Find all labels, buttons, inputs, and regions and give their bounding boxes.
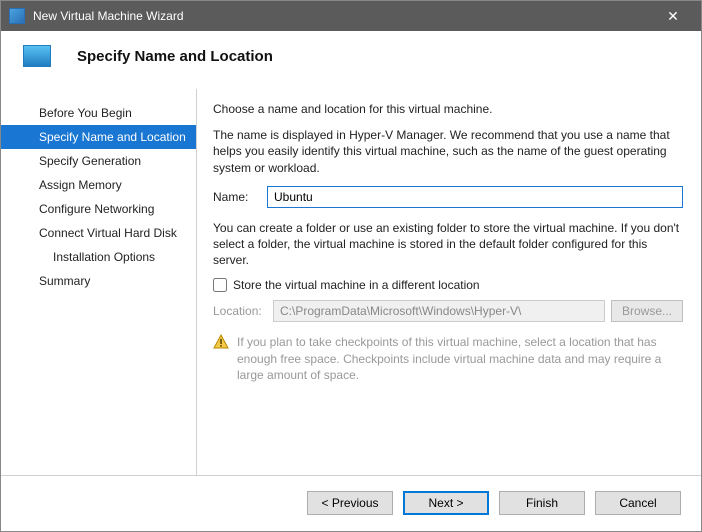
wizard-main-panel: Choose a name and location for this virt… bbox=[197, 85, 701, 475]
previous-button[interactable]: < Previous bbox=[307, 491, 393, 515]
step-installation-options[interactable]: Installation Options bbox=[1, 245, 196, 269]
step-configure-networking[interactable]: Configure Networking bbox=[1, 197, 196, 221]
close-button[interactable]: ✕ bbox=[653, 1, 693, 31]
warning-icon bbox=[213, 334, 229, 350]
warning-text: If you plan to take checkpoints of this … bbox=[237, 334, 683, 383]
step-connect-vhd[interactable]: Connect Virtual Hard Disk bbox=[1, 221, 196, 245]
step-before-you-begin[interactable]: Before You Begin bbox=[1, 101, 196, 125]
name-help-text: The name is displayed in Hyper-V Manager… bbox=[213, 127, 683, 176]
wizard-header: Specify Name and Location bbox=[1, 31, 701, 85]
step-specify-generation[interactable]: Specify Generation bbox=[1, 149, 196, 173]
next-button[interactable]: Next > bbox=[403, 491, 489, 515]
wizard-footer: < Previous Next > Finish Cancel bbox=[1, 475, 701, 529]
step-summary[interactable]: Summary bbox=[1, 269, 196, 293]
intro-text: Choose a name and location for this virt… bbox=[213, 101, 683, 117]
wizard-steps-sidebar: Before You Begin Specify Name and Locati… bbox=[1, 85, 196, 475]
store-location-label: Store the virtual machine in a different… bbox=[233, 278, 480, 292]
name-label: Name: bbox=[213, 190, 267, 204]
name-input[interactable] bbox=[267, 186, 683, 208]
window-title: New Virtual Machine Wizard bbox=[33, 9, 653, 23]
warning-block: If you plan to take checkpoints of this … bbox=[213, 334, 683, 383]
cancel-button[interactable]: Cancel bbox=[595, 491, 681, 515]
location-input bbox=[273, 300, 605, 322]
folder-help-text: You can create a folder or use an existi… bbox=[213, 220, 683, 269]
store-location-checkbox[interactable] bbox=[213, 278, 227, 292]
app-icon bbox=[9, 8, 25, 24]
step-specify-name-location[interactable]: Specify Name and Location bbox=[1, 125, 196, 149]
page-title: Specify Name and Location bbox=[77, 48, 273, 65]
location-label: Location: bbox=[213, 304, 267, 318]
step-assign-memory[interactable]: Assign Memory bbox=[1, 173, 196, 197]
wizard-icon bbox=[23, 45, 51, 67]
titlebar: New Virtual Machine Wizard ✕ bbox=[1, 1, 701, 31]
finish-button[interactable]: Finish bbox=[499, 491, 585, 515]
browse-button: Browse... bbox=[611, 300, 683, 322]
